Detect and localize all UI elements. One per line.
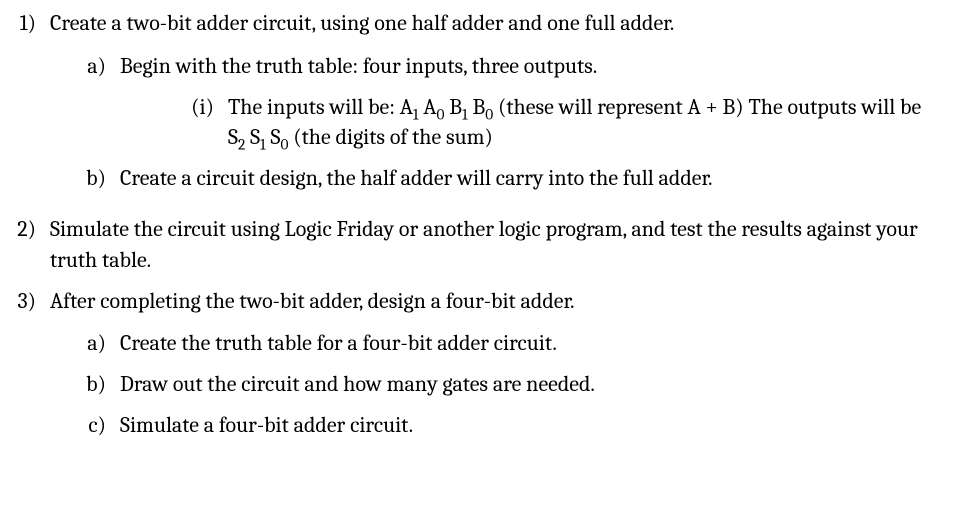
list-item-1a-i: (i) The inputs will be: A1 A0 B1 B0 (the… <box>180 92 942 154</box>
list-text: Simulate a four-bit adder circuit. <box>120 412 413 438</box>
list-item-3b: b) Draw out the circuit and how many gat… <box>50 369 942 400</box>
list-text: Create a two-bit adder circuit, using on… <box>50 10 674 36</box>
list-content: Draw out the circuit and how many gates … <box>120 369 942 400</box>
list-marker: (i) <box>180 92 228 154</box>
list-text: Begin with the truth table: four inputs,… <box>120 53 597 79</box>
list-item-1a-i-wrap: (i) The inputs will be: A1 A0 B1 B0 (the… <box>50 92 942 154</box>
list-content: The inputs will be: A1 A0 B1 B0 (these w… <box>228 92 942 154</box>
list-item-1a: a) Begin with the truth table: four inpu… <box>50 51 942 82</box>
list-content: Create a circuit design, the half adder … <box>120 163 942 194</box>
list-item-3a: a) Create the truth table for a four-bit… <box>50 328 942 359</box>
list-item-3: 3) After completing the two-bit adder, d… <box>10 286 942 451</box>
list-content: After completing the two-bit adder, desi… <box>50 286 942 451</box>
list-text: Draw out the circuit and how many gates … <box>120 371 595 397</box>
text-segment: (the digits of the sum) <box>288 124 493 150</box>
list-text: The inputs will be: A1 A0 B1 B0 (these w… <box>228 94 921 151</box>
list-content: Simulate the circuit using Logic Friday … <box>50 214 942 276</box>
list-item-2: 2) Simulate the circuit using Logic Frid… <box>10 214 942 276</box>
list-marker: a) <box>50 51 120 82</box>
list-marker: b) <box>50 369 120 400</box>
list-marker: a) <box>50 328 120 359</box>
list-content: Begin with the truth table: four inputs,… <box>120 51 942 82</box>
list-marker: 1) <box>10 8 50 204</box>
text-segment: S <box>245 124 260 150</box>
list-marker: 3) <box>10 286 50 451</box>
text-segment: The inputs will be: A <box>228 94 413 120</box>
list-text: After completing the two-bit adder, desi… <box>50 288 575 314</box>
list-text: Simulate the circuit using Logic Friday … <box>50 216 918 273</box>
list-content: Create a two-bit adder circuit, using on… <box>50 8 942 204</box>
list-text: Create a circuit design, the half adder … <box>120 165 713 191</box>
list-marker: b) <box>50 163 120 194</box>
list-text: Create the truth table for a four-bit ad… <box>120 330 557 356</box>
list-content: Create the truth table for a four-bit ad… <box>120 328 942 359</box>
text-segment: A <box>418 94 436 120</box>
list-item-3c: c) Simulate a four-bit adder circuit. <box>50 410 942 441</box>
text-segment: B <box>468 94 486 120</box>
text-segment: S <box>266 124 281 150</box>
list-item-1: 1) Create a two-bit adder circuit, using… <box>10 8 942 204</box>
list-item-1b: b) Create a circuit design, the half add… <box>50 163 942 194</box>
list-marker: c) <box>50 410 120 441</box>
text-segment: B <box>444 94 462 120</box>
list-marker: 2) <box>10 214 50 276</box>
subscript: 0 <box>485 105 493 123</box>
list-content: Simulate a four-bit adder circuit. <box>120 410 942 441</box>
